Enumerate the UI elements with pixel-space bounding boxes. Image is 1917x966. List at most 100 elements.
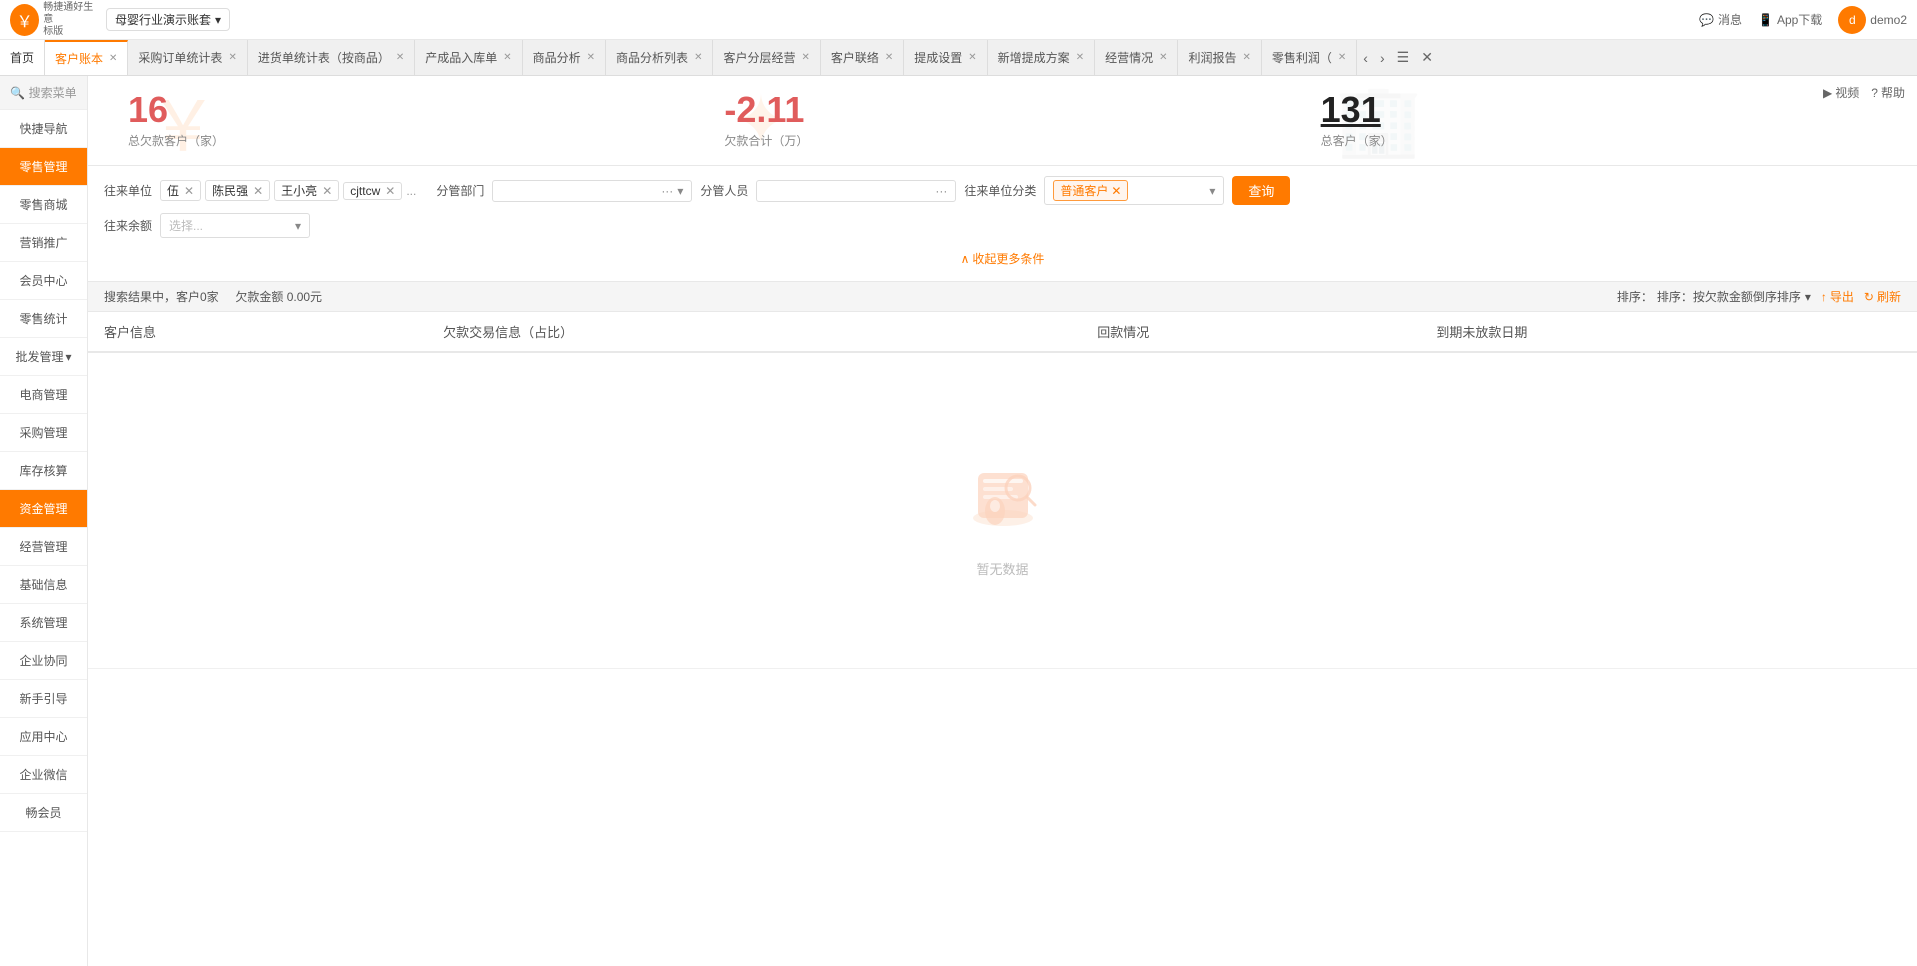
sort-selector[interactable]: 排序： 排序：按欠款金额倒序排序 ▾ [1617,288,1811,305]
dept-selector[interactable]: ··· ▾ [492,180,692,202]
chevron-down-icon: ▾ [65,350,71,364]
filter-more-btn[interactable]: ... [406,184,416,198]
unit-type-tag-normal: 普通客户 ✕ [1053,180,1128,201]
tab-close-all-btn[interactable]: ✕ [1415,49,1439,66]
tab-home[interactable]: 首页 [0,40,45,75]
stat-block-customers: 16 总欠款客户（家） [108,92,704,149]
balance-selector[interactable]: 选择... ▾ [160,213,310,238]
sidebar-item-newcomer-guide[interactable]: 新手引导 [0,680,87,718]
close-icon[interactable]: ✕ [968,52,976,63]
help-btn[interactable]: ? 帮助 [1871,84,1905,101]
close-icon[interactable]: ✕ [801,52,809,63]
close-icon[interactable]: ✕ [885,52,893,63]
unit-tag-cjttcw-close[interactable]: ✕ [385,184,395,198]
close-icon[interactable]: ✕ [503,52,511,63]
sidebar-item-retail-mgmt[interactable]: 零售管理 [0,148,87,186]
total-debt-customers-label: 总欠款客户（家） [128,132,224,149]
user-profile[interactable]: d demo2 [1838,6,1907,34]
logo-icon: ￥ [10,4,39,36]
tab-customer-ledger[interactable]: 客户账本 ✕ [45,40,128,75]
sidebar-item-sys-mgmt[interactable]: 系统管理 [0,604,87,642]
close-icon[interactable]: ✕ [587,52,595,63]
close-icon[interactable]: ✕ [396,52,404,63]
chevron-down-icon: ▾ [677,184,683,198]
unit-tag-wu-close[interactable]: ✕ [184,184,194,198]
tab-customer-tier[interactable]: 客户分层经营 ✕ [713,40,820,75]
sidebar-item-enterprise-collab[interactable]: 企业协同 [0,642,87,680]
close-icon[interactable]: ✕ [1076,52,1084,63]
collapse-btn[interactable]: ∧ 收起更多条件 [961,246,1045,271]
tab-goods-analysis-list[interactable]: 商品分析列表 ✕ [606,40,713,75]
empty-row: 暂无数据 [88,352,1917,669]
total-customers-number: 131 [1321,92,1381,128]
sidebar-item-inventory[interactable]: 库存核算 [0,452,87,490]
tab-purchase-stats[interactable]: 采购订单统计表 ✕ [128,40,247,75]
video-btn[interactable]: ▶ 视频 [1823,84,1859,101]
tab-prev-btn[interactable]: ‹ [1357,50,1374,66]
person-selector[interactable]: ··· [756,180,956,202]
sidebar-item-ecommerce-mgmt[interactable]: 电商管理 [0,376,87,414]
total-debt-customers-number: 16 [128,92,168,128]
no-data-illustration [953,443,1053,543]
close-icon[interactable]: ✕ [694,52,702,63]
unit-filter-label: 往来单位 [104,182,152,199]
sidebar-item-member-center[interactable]: 会员中心 [0,262,87,300]
close-icon[interactable]: ✕ [1159,52,1167,63]
dept-filter-label: 分管部门 [436,182,484,199]
unit-type-tag-close[interactable]: ✕ [1111,184,1121,198]
search-menu-btn[interactable]: 🔍 搜索菜单 [0,76,87,110]
unit-filter-tags: 伍 ✕ 陈民强 ✕ 王小亮 ✕ cjttcw ✕ [160,180,416,201]
sidebar-item-retail-stats[interactable]: 零售统计 [0,300,87,338]
tab-commission-settings[interactable]: 提成设置 ✕ [904,40,987,75]
query-button[interactable]: 查询 [1232,176,1290,205]
download-icon: 📱 [1758,13,1773,27]
export-btn[interactable]: ↑ 导出 [1821,288,1854,305]
empty-state-text: 暂无数据 [976,559,1028,578]
unit-tag-wang-close[interactable]: ✕ [322,184,332,198]
app-download-btn[interactable]: 📱 App下载 [1758,11,1822,28]
sidebar-item-app-center[interactable]: 应用中心 [0,718,87,756]
help-icon: ? [1871,86,1878,100]
unit-type-selector[interactable]: 普通客户 ✕ ▾ [1044,176,1224,205]
workspace-selector[interactable]: 母婴行业演示账套 ▾ [106,8,230,31]
col-customer-info: 客户信息 [88,312,427,352]
sidebar-item-enterprise-wechat[interactable]: 企业微信 [0,756,87,794]
tab-retail-profit[interactable]: 零售利润（ ✕ [1262,40,1357,75]
video-icon: ▶ [1823,86,1832,100]
close-icon[interactable]: ✕ [1338,52,1346,63]
sidebar-item-quick-nav[interactable]: 快捷导航 [0,110,87,148]
sidebar-item-member-app[interactable]: 畅会员 [0,794,87,832]
sidebar-item-retail-mall[interactable]: 零售商城 [0,186,87,224]
tab-business-status[interactable]: 经营情况 ✕ [1095,40,1178,75]
messages-btn[interactable]: 💬 消息 [1699,11,1742,28]
empty-icon [953,443,1053,543]
header-right: 💬 消息 📱 App下载 d demo2 [1699,6,1907,34]
tab-menu-btn[interactable]: ☰ [1391,49,1416,66]
balance-filter-label: 往来余额 [104,217,152,234]
close-icon[interactable]: ✕ [1243,52,1251,63]
tab-next-btn[interactable]: › [1374,50,1391,66]
tab-new-commission[interactable]: 新增提成方案 ✕ [988,40,1095,75]
chevron-down-icon: ▾ [1209,184,1215,198]
result-bar: 搜索结果中，客户0家 欠款金额 0.00元 排序： 排序：按欠款金额倒序排序 ▾… [88,282,1917,312]
content-area: ￥ 16 总欠款客户（家） ✦ -2.11 欠款合计（万） 🏢 [88,76,1917,966]
tab-bar: 首页 客户账本 ✕ 采购订单统计表 ✕ 进货单统计表（按商品） ✕ 产成品入库单… [0,40,1917,76]
dept-more-icon: ··· [661,184,673,198]
sidebar-item-ops-mgmt[interactable]: 经营管理 [0,528,87,566]
sidebar-item-basic-info[interactable]: 基础信息 [0,566,87,604]
chevron-down-icon: ▾ [215,13,221,27]
sidebar-item-finance-mgmt[interactable]: 资金管理 [0,490,87,528]
unit-tag-chen-close[interactable]: ✕ [253,184,263,198]
sidebar-item-purchase-mgmt[interactable]: 采购管理 [0,414,87,452]
sidebar-item-wholesale-mgmt[interactable]: 批发管理 ▾ [0,338,87,376]
main-table: 客户信息 欠款交易信息（占比） 回款情况 到期未放款日期 [88,312,1917,669]
close-icon[interactable]: ✕ [228,52,236,63]
sidebar-item-marketing[interactable]: 营销推广 [0,224,87,262]
tab-finished-goods[interactable]: 产成品入库单 ✕ [415,40,522,75]
close-icon[interactable]: ✕ [109,53,117,64]
tab-profit-report[interactable]: 利润报告 ✕ [1178,40,1261,75]
tab-goods-analysis[interactable]: 商品分析 ✕ [523,40,606,75]
tab-inbound-stats[interactable]: 进货单统计表（按商品） ✕ [248,40,415,75]
refresh-btn[interactable]: ↻ 刷新 [1864,288,1901,305]
tab-customer-contact[interactable]: 客户联络 ✕ [821,40,904,75]
